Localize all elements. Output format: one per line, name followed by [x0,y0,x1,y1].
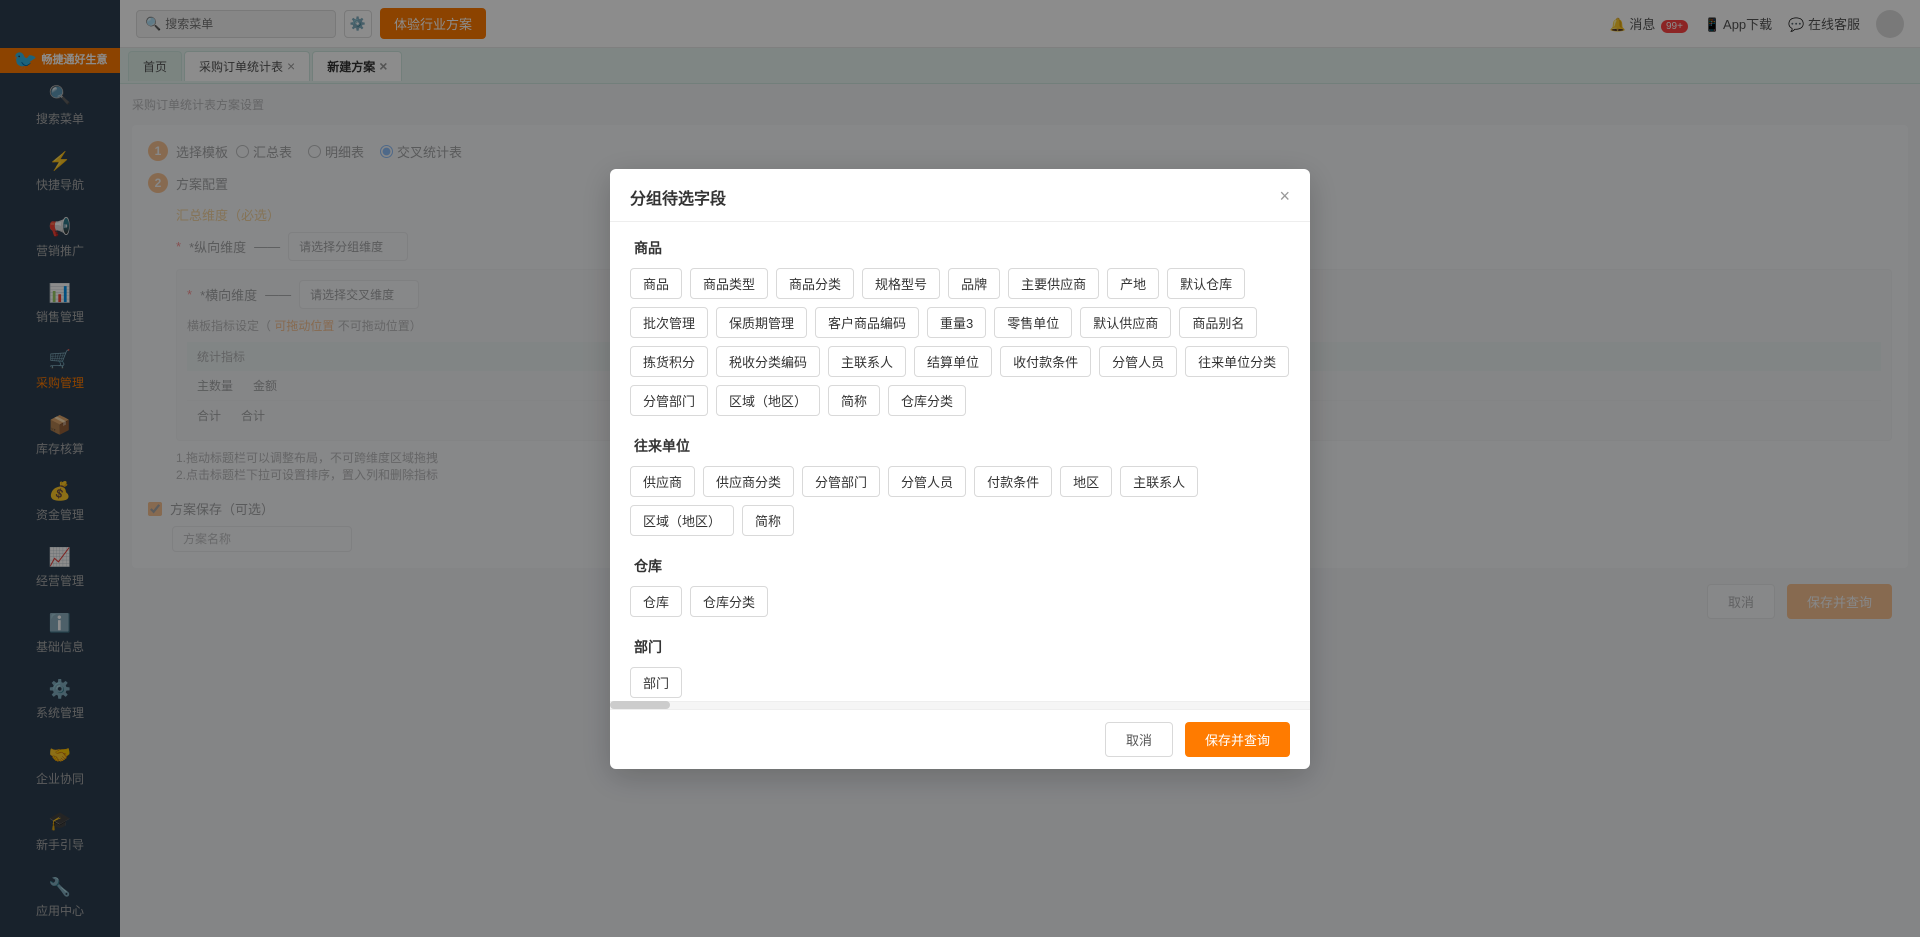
modal-save-button[interactable]: 保存并查询 [1185,722,1290,757]
field-tag-0-7[interactable]: 默认仓库 [1167,268,1245,299]
field-tag-0-5[interactable]: 主要供应商 [1008,268,1099,299]
field-tag-0-10[interactable]: 客户商品编码 [815,307,919,338]
modal-dialog: 分组待选字段 × 商品商品商品类型商品分类规格型号品牌主要供应商产地默认仓库批次… [610,169,1310,769]
field-tags-2: 仓库仓库分类 [630,586,1290,617]
field-tag-0-3[interactable]: 规格型号 [862,268,940,299]
modal-header: 分组待选字段 × [610,169,1310,222]
field-tag-0-9[interactable]: 保质期管理 [716,307,807,338]
field-tag-1-8[interactable]: 简称 [742,505,794,536]
field-tag-0-8[interactable]: 批次管理 [630,307,708,338]
field-tag-0-16[interactable]: 税收分类编码 [716,346,820,377]
field-tags-3: 部门 [630,667,1290,698]
field-tag-1-2[interactable]: 分管部门 [802,466,880,497]
field-tag-0-25[interactable]: 仓库分类 [888,385,966,416]
field-tag-0-0[interactable]: 商品 [630,268,682,299]
field-tag-0-4[interactable]: 品牌 [948,268,1000,299]
field-tag-3-0[interactable]: 部门 [630,667,682,698]
field-tag-0-18[interactable]: 结算单位 [914,346,992,377]
field-tag-0-14[interactable]: 商品别名 [1179,307,1257,338]
field-tag-1-0[interactable]: 供应商 [630,466,695,497]
field-tag-1-4[interactable]: 付款条件 [974,466,1052,497]
modal-body: 商品商品商品类型商品分类规格型号品牌主要供应商产地默认仓库批次管理保质期管理客户… [610,222,1310,702]
field-section-1: 往来单位供应商供应商分类分管部门分管人员付款条件地区主联系人区域（地区） 简称 [630,436,1290,536]
field-section-0: 商品商品商品类型商品分类规格型号品牌主要供应商产地默认仓库批次管理保质期管理客户… [630,238,1290,416]
field-tag-0-15[interactable]: 拣货积分 [630,346,708,377]
field-tag-0-11[interactable]: 重量3 [927,307,986,338]
field-tag-1-7[interactable]: 区域（地区） [630,505,734,536]
field-section-title-2: 仓库 [630,556,1290,576]
field-tags-0: 商品商品类型商品分类规格型号品牌主要供应商产地默认仓库批次管理保质期管理客户商品… [630,268,1290,416]
field-tag-0-6[interactable]: 产地 [1107,268,1159,299]
modal-cancel-button[interactable]: 取消 [1105,722,1173,757]
modal-hscroll[interactable] [610,701,1310,708]
field-tag-0-20[interactable]: 分管人员 [1099,346,1177,377]
field-tag-0-17[interactable]: 主联系人 [828,346,906,377]
field-tags-1: 供应商供应商分类分管部门分管人员付款条件地区主联系人区域（地区） 简称 [630,466,1290,536]
modal-close-button[interactable]: × [1279,186,1290,207]
field-tag-0-22[interactable]: 分管部门 [630,385,708,416]
field-section-title-3: 部门 [630,637,1290,657]
field-section-title-1: 往来单位 [630,436,1290,456]
field-tag-0-2[interactable]: 商品分类 [776,268,854,299]
modal-title: 分组待选字段 [630,185,726,209]
field-tag-2-1[interactable]: 仓库分类 [690,586,768,617]
field-tag-0-12[interactable]: 零售单位 [994,307,1072,338]
field-tag-1-5[interactable]: 地区 [1060,466,1112,497]
field-tag-1-6[interactable]: 主联系人 [1120,466,1198,497]
field-tag-0-23[interactable]: 区域（地区） [716,385,820,416]
field-tag-0-13[interactable]: 默认供应商 [1080,307,1171,338]
field-tag-1-3[interactable]: 分管人员 [888,466,966,497]
field-tag-0-24[interactable]: 简称 [828,385,880,416]
modal-hscroll-thumb [610,701,670,709]
field-section-3: 部门部门 [630,637,1290,698]
field-section-2: 仓库仓库仓库分类 [630,556,1290,617]
field-section-title-0: 商品 [630,238,1290,258]
field-tag-0-21[interactable]: 往来单位分类 [1185,346,1289,377]
field-tag-1-1[interactable]: 供应商分类 [703,466,794,497]
field-tag-0-1[interactable]: 商品类型 [690,268,768,299]
field-tag-0-19[interactable]: 收付款条件 [1000,346,1091,377]
modal-overlay: 分组待选字段 × 商品商品商品类型商品分类规格型号品牌主要供应商产地默认仓库批次… [0,0,1920,937]
modal-footer: 取消 保存并查询 [610,709,1310,769]
field-tag-2-0[interactable]: 仓库 [630,586,682,617]
